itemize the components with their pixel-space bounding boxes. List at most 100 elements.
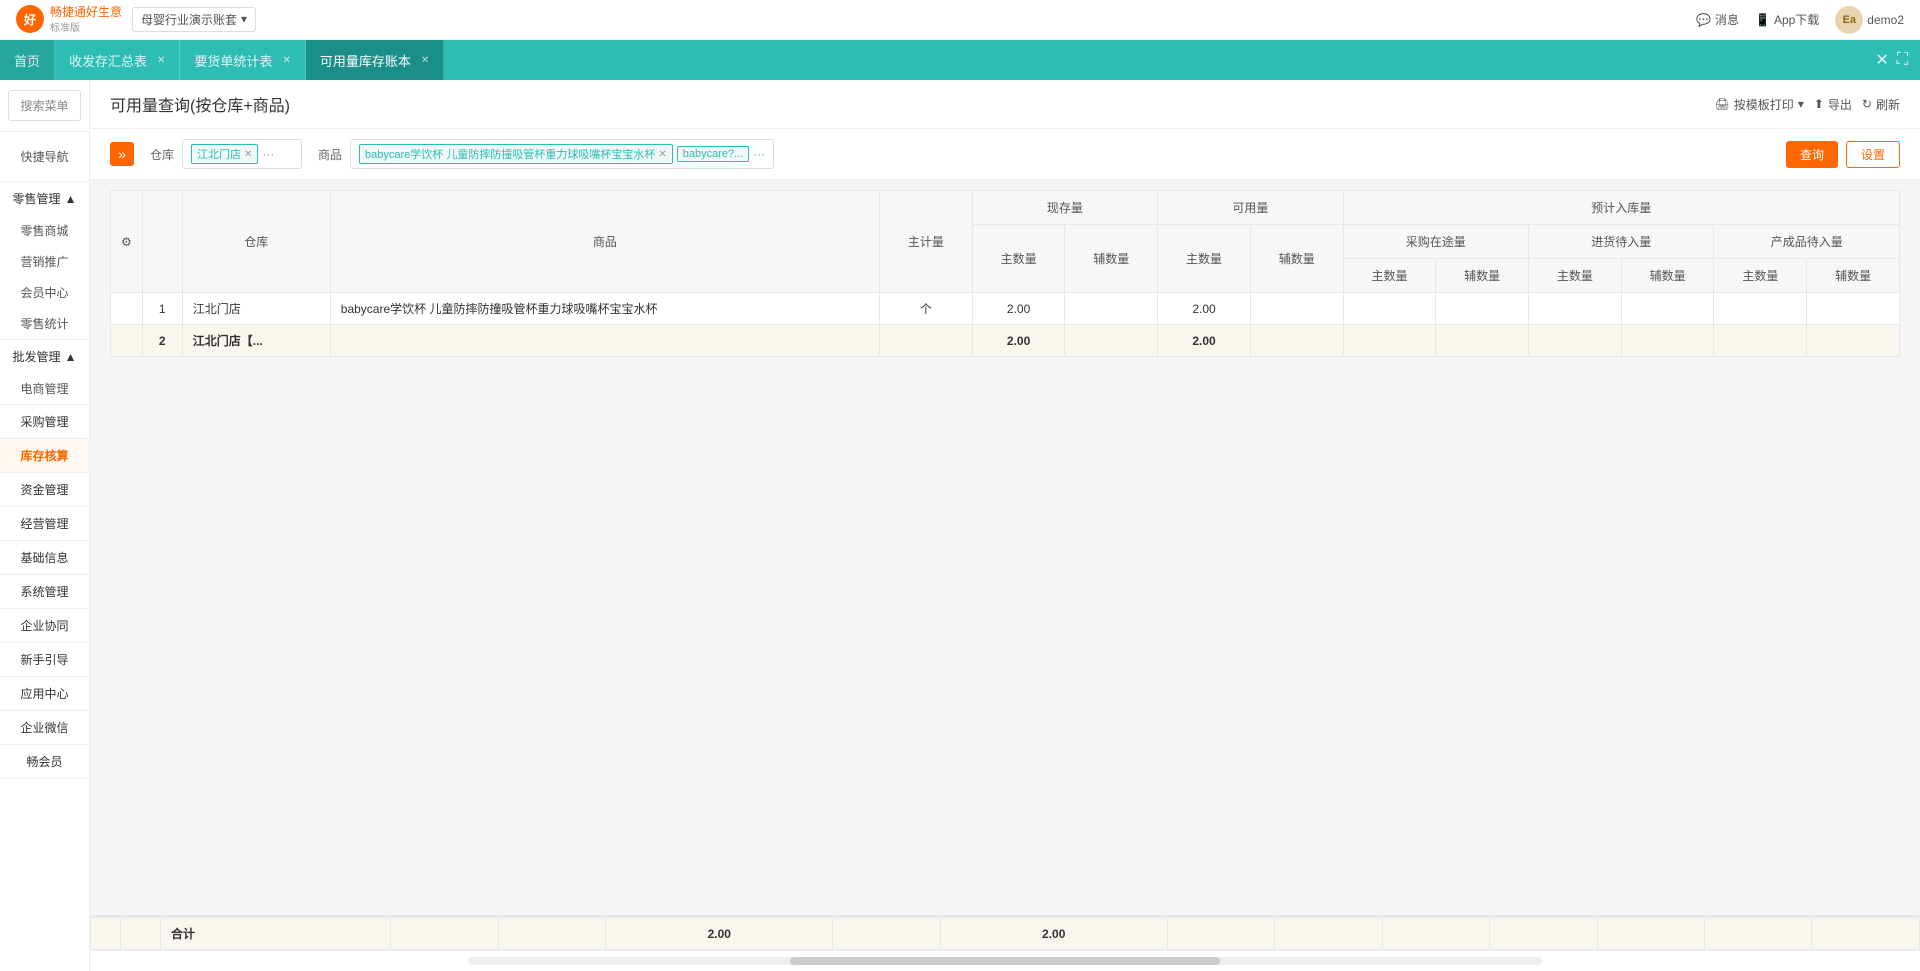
sidebar-group-retail-header[interactable]: 零售管理 ▲ [0, 182, 89, 215]
filter-actions: 查询 设置 [1786, 141, 1900, 168]
sidebar-group-enterprise-header[interactable]: 企业协同 [0, 609, 89, 642]
tab-order-stats-close[interactable]: ✕ [282, 55, 290, 66]
total-cell-settings [91, 918, 121, 950]
filter-bar: » 仓库 江北门店 ✕ ··· 商品 babycare学饮杯 儿童防摔防撞吸管杯… [90, 129, 1920, 180]
filter-toggle-btn[interactable]: » [110, 142, 134, 166]
sidebar-group-finance: 资金管理 [0, 473, 89, 507]
refresh-btn[interactable]: ↻ 刷新 [1862, 96, 1900, 113]
template-print-btn[interactable]: 🖨 按模板打印 ▾ [1715, 96, 1804, 113]
table-area: ⚙ 仓库 商品 主计量 现存量 可用量 预计入库量 主数量 辅数量 主数量 辅数… [90, 180, 1920, 915]
tab-home[interactable]: 首页 [0, 40, 55, 80]
user-area[interactable]: Ea demo2 [1835, 6, 1904, 34]
cell-settings-2 [111, 325, 143, 357]
tab-expand-btn[interactable]: ⛶ [1897, 51, 1908, 69]
sidebar-group-wechat-label: 企业微信 [20, 719, 68, 736]
total-cell-in-main [1490, 918, 1597, 950]
cell-warehouse: 江北门店 [182, 293, 330, 325]
industry-select[interactable]: 母婴行业演示账套 ▾ [132, 7, 256, 32]
tab-available-stock[interactable]: 可用量库存账本 ✕ [306, 40, 444, 80]
sidebar-group-newbie-header[interactable]: 新手引导 [0, 643, 89, 676]
product-tag-1-close[interactable]: ✕ [658, 149, 666, 160]
scroll-bar-container[interactable] [468, 957, 1542, 965]
cell-number-2: 2 [142, 325, 182, 357]
cell-pt-aux [1436, 293, 1529, 325]
sidebar-item-quick-nav[interactable]: 快捷导航 [0, 140, 89, 173]
sidebar-group-member-header[interactable]: 畅会员 [0, 745, 89, 778]
sidebar-search-area: 搜索菜单 [0, 80, 89, 132]
message-icon: 💬 [1696, 13, 1711, 27]
cell-stock-aux [1065, 293, 1158, 325]
total-cell-in-aux [1597, 918, 1704, 950]
th-planned-group: 预计入库量 [1343, 191, 1899, 225]
message-btn[interactable]: 💬 消息 [1696, 11, 1739, 28]
th-incoming-main: 主数量 [1529, 259, 1622, 293]
tab-order-stats[interactable]: 要货单统计表 ✕ [180, 40, 305, 80]
th-purchase-transit-group: 采购在途量 [1343, 225, 1528, 259]
th-available-group: 可用量 [1158, 191, 1343, 225]
search-menu-btn[interactable]: 搜索菜单 [8, 90, 81, 121]
sidebar-group-operation-label: 经营管理 [20, 515, 68, 532]
top-bar: 好 畅捷通好生意 标准版 母婴行业演示账套 ▾ 💬 消息 📱 App下载 Ea … [0, 0, 1920, 40]
industry-label: 母婴行业演示账套 [141, 11, 237, 28]
sidebar-group-wechat: 企业微信 [0, 711, 89, 745]
sidebar-group-retail-label: 零售管理 [13, 190, 61, 207]
cell-product: babycare学饮杯 儿童防摔防撞吸管杯重力球吸嘴杯宝宝水杯 [330, 293, 879, 325]
sidebar-group-inventory-header[interactable]: 库存核算 [0, 439, 89, 472]
sidebar-group-appcenter-header[interactable]: 应用中心 [0, 677, 89, 710]
logo-icon: 好 [16, 5, 44, 33]
sidebar-group-newbie: 新手引导 [0, 643, 89, 677]
content-area: 可用量查询(按仓库+商品) 🖨 按模板打印 ▾ ⬆ 导出 ↻ 刷新 » [90, 80, 1920, 971]
sidebar-group-purchase-header[interactable]: 采购管理 [0, 405, 89, 438]
chevron-print-icon: ▾ [1798, 97, 1804, 111]
tab-bar: 首页 收发存汇总表 ✕ 要货单统计表 ✕ 可用量库存账本 ✕ ✕ ⛶ [0, 40, 1920, 80]
cell-avail-main: 2.00 [1158, 293, 1251, 325]
sidebar-group-basic: 基础信息 [0, 541, 89, 575]
sidebar-group-finance-header[interactable]: 资金管理 [0, 473, 89, 506]
refresh-label: 刷新 [1876, 96, 1900, 113]
sidebar-group-purchase: 采购管理 [0, 405, 89, 439]
sidebar-group-operation-header[interactable]: 经营管理 [0, 507, 89, 540]
total-cell-prod-main [1704, 918, 1811, 950]
th-avail-aux: 辅数量 [1250, 225, 1343, 293]
sidebar-item-ecommerce[interactable]: 电商管理 [0, 373, 89, 404]
warehouse-tag-value: 江北门店 [197, 146, 241, 162]
warehouse-tag-close[interactable]: ✕ [244, 149, 252, 160]
app-download-btn[interactable]: 📱 App下载 [1755, 11, 1819, 28]
sidebar-group-basic-header[interactable]: 基础信息 [0, 541, 89, 574]
th-unit: 主计量 [880, 191, 973, 293]
print-icon: 🖨 [1715, 97, 1730, 111]
sidebar-item-retail-stats[interactable]: 零售统计 [0, 308, 89, 339]
sidebar-item-retail-mall[interactable]: 零售商城 [0, 215, 89, 246]
footer-bar [90, 950, 1920, 971]
tab-income-summary-close[interactable]: ✕ [157, 55, 165, 66]
sidebar-group-system-header[interactable]: 系统管理 [0, 575, 89, 608]
settings-btn[interactable]: 设置 [1846, 141, 1900, 168]
th-number [142, 191, 182, 293]
th-product: 商品 [330, 191, 879, 293]
cell-prod-main-2 [1714, 325, 1807, 357]
export-btn[interactable]: ⬆ 导出 [1814, 96, 1852, 113]
page-header: 可用量查询(按仓库+商品) 🖨 按模板打印 ▾ ⬆ 导出 ↻ 刷新 [90, 80, 1920, 129]
total-cell-pt-main [1275, 918, 1382, 950]
sidebar-group-wholesale-header[interactable]: 批发管理 ▲ [0, 340, 89, 373]
sidebar-group-inventory: 库存核算 [0, 439, 89, 473]
table-row: 1 江北门店 babycare学饮杯 儿童防摔防撞吸管杯重力球吸嘴杯宝宝水杯 个… [111, 293, 1900, 325]
filter-warehouse-input[interactable]: 江北门店 ✕ ··· [182, 139, 302, 169]
sidebar-group-wechat-header[interactable]: 企业微信 [0, 711, 89, 744]
product-more-icon[interactable]: ··· [753, 147, 765, 161]
sidebar-item-marketing[interactable]: 营销推广 [0, 246, 89, 277]
scroll-bar-thumb[interactable] [790, 957, 1220, 965]
total-cell-number [121, 918, 161, 950]
page-actions: 🖨 按模板打印 ▾ ⬆ 导出 ↻ 刷新 [1715, 96, 1900, 113]
total-cell-stock-aux [833, 918, 940, 950]
warehouse-more-icon[interactable]: ··· [262, 147, 274, 161]
filter-product-input[interactable]: babycare学饮杯 儿童防摔防撞吸管杯重力球吸嘴杯宝宝水杯 ✕ babyca… [350, 139, 774, 169]
tab-income-summary[interactable]: 收发存汇总表 ✕ [55, 40, 180, 80]
total-cell-warehouse: 合计 [161, 918, 391, 950]
page-title: 可用量查询(按仓库+商品) [110, 92, 290, 116]
sidebar-group-retail: 零售管理 ▲ 零售商城 营销推广 会员中心 零售统计 [0, 182, 89, 340]
tab-available-stock-close[interactable]: ✕ [421, 55, 429, 66]
tab-close-all-btn[interactable]: ✕ [1875, 50, 1888, 70]
query-btn[interactable]: 查询 [1786, 141, 1838, 168]
sidebar-item-member-center[interactable]: 会员中心 [0, 277, 89, 308]
